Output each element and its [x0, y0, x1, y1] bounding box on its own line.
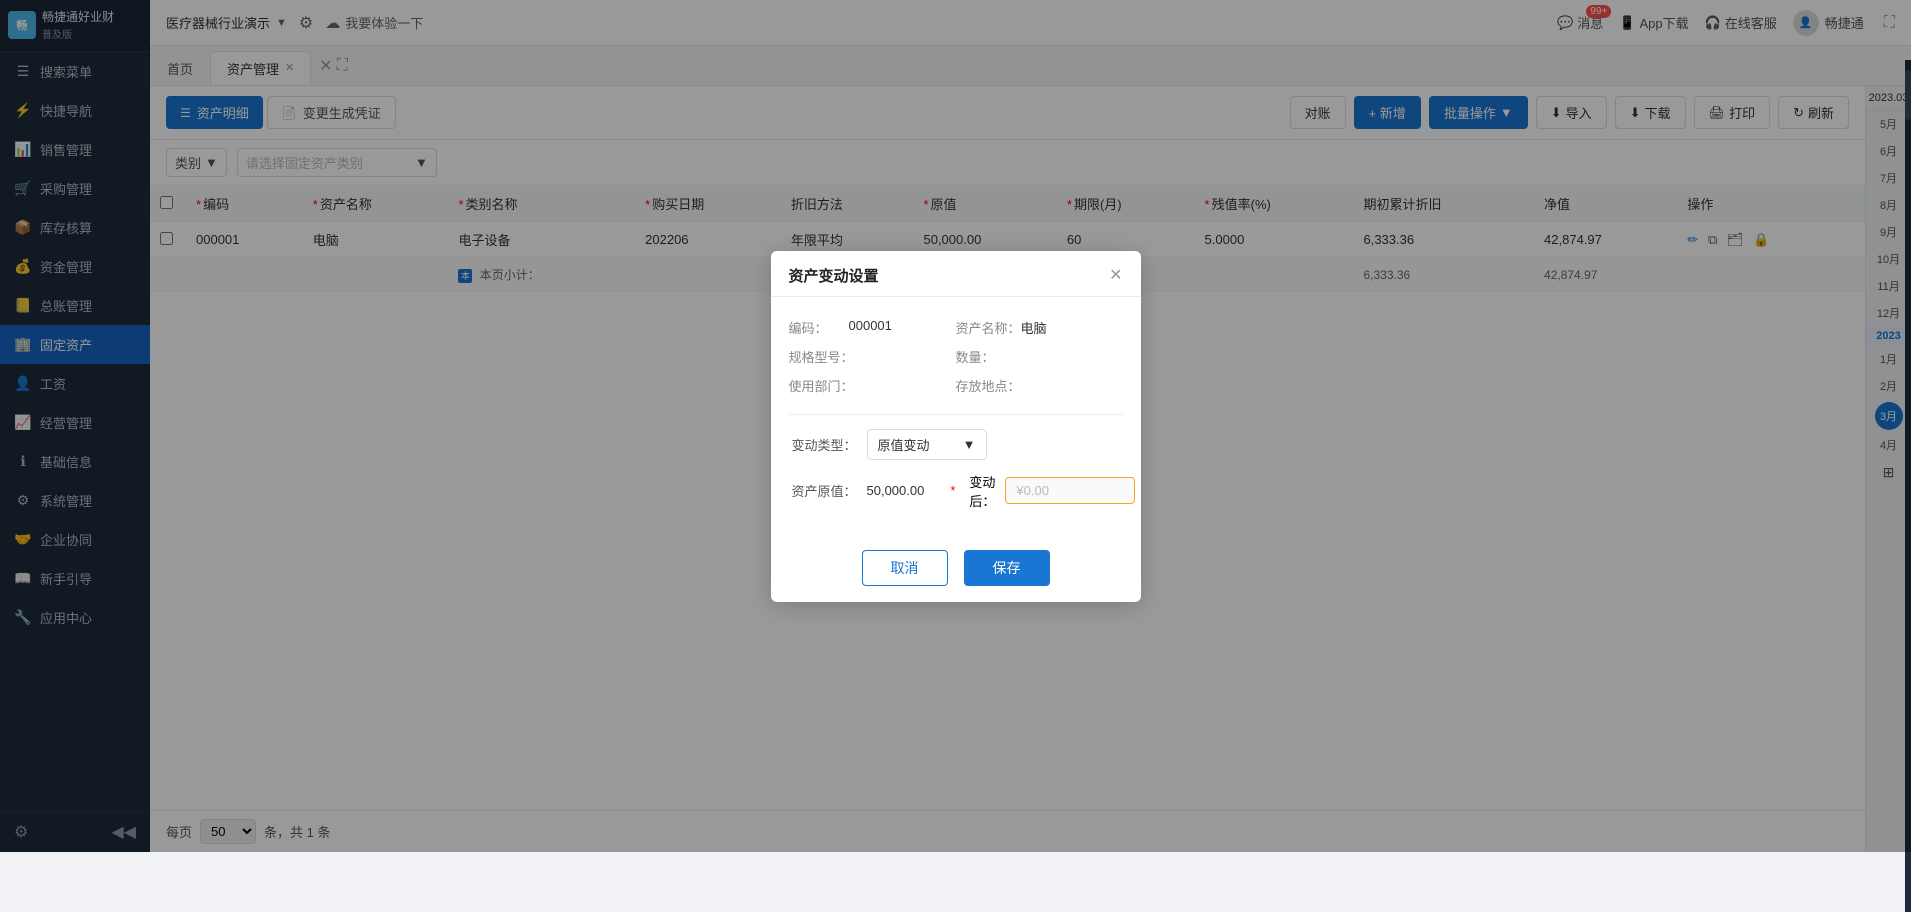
- original-value-row: 资产原值： 50,000.00 * 变动后：: [789, 472, 1123, 510]
- modal-divider: [789, 414, 1123, 415]
- modal-dept-row: 使用部门：: [789, 371, 956, 400]
- change-type-select[interactable]: 原值变动 ▼: [867, 429, 987, 460]
- modal-overlay: 资产变动设置 ✕ 编码： 000001 资产名称： 电脑 规格型号： 数: [0, 0, 1911, 852]
- code-label: 编码：: [789, 318, 849, 337]
- original-value-display: 50,000.00: [867, 483, 925, 498]
- modal-location-row: 存放地点：: [956, 371, 1123, 400]
- required-star-icon: *: [950, 483, 955, 498]
- assetname-label: 资产名称：: [956, 318, 1021, 337]
- modal-close-icon[interactable]: ✕: [1109, 265, 1122, 285]
- modal-title: 资产变动设置: [789, 265, 879, 286]
- dept-label: 使用部门：: [789, 376, 854, 395]
- change-type-chevron-icon: ▼: [963, 437, 976, 452]
- after-change-input[interactable]: [1005, 477, 1135, 504]
- asset-change-modal: 资产变动设置 ✕ 编码： 000001 资产名称： 电脑 规格型号： 数: [771, 251, 1141, 602]
- code-value: 000001: [849, 318, 892, 333]
- assetname-value: 电脑: [1021, 318, 1047, 337]
- modal-body: 编码： 000001 资产名称： 电脑 规格型号： 数量： 使用部门：: [771, 297, 1141, 538]
- modal-header: 资产变动设置 ✕: [771, 251, 1141, 297]
- quantity-label: 数量：: [956, 347, 1016, 366]
- modal-quantity-row: 数量：: [956, 342, 1123, 371]
- location-label: 存放地点：: [956, 376, 1021, 395]
- modal-code-row: 编码： 000001: [789, 313, 956, 342]
- original-value-label: 资产原值：: [789, 481, 857, 500]
- change-type-row: 变动类型： 原值变动 ▼: [789, 429, 1123, 460]
- modal-info-grid: 编码： 000001 资产名称： 电脑 规格型号： 数量： 使用部门：: [789, 313, 1123, 400]
- cancel-button[interactable]: 取消: [862, 550, 948, 586]
- modal-assetname-row: 资产名称： 电脑: [956, 313, 1123, 342]
- change-type-label: 变动类型：: [789, 435, 857, 454]
- spec-label: 规格型号：: [789, 347, 854, 366]
- change-type-value: 原值变动: [878, 435, 930, 454]
- modal-spec-row: 规格型号：: [789, 342, 956, 371]
- after-change-label: 变动后：: [969, 472, 995, 510]
- save-button[interactable]: 保存: [964, 550, 1050, 586]
- modal-footer: 取消 保存: [771, 538, 1141, 602]
